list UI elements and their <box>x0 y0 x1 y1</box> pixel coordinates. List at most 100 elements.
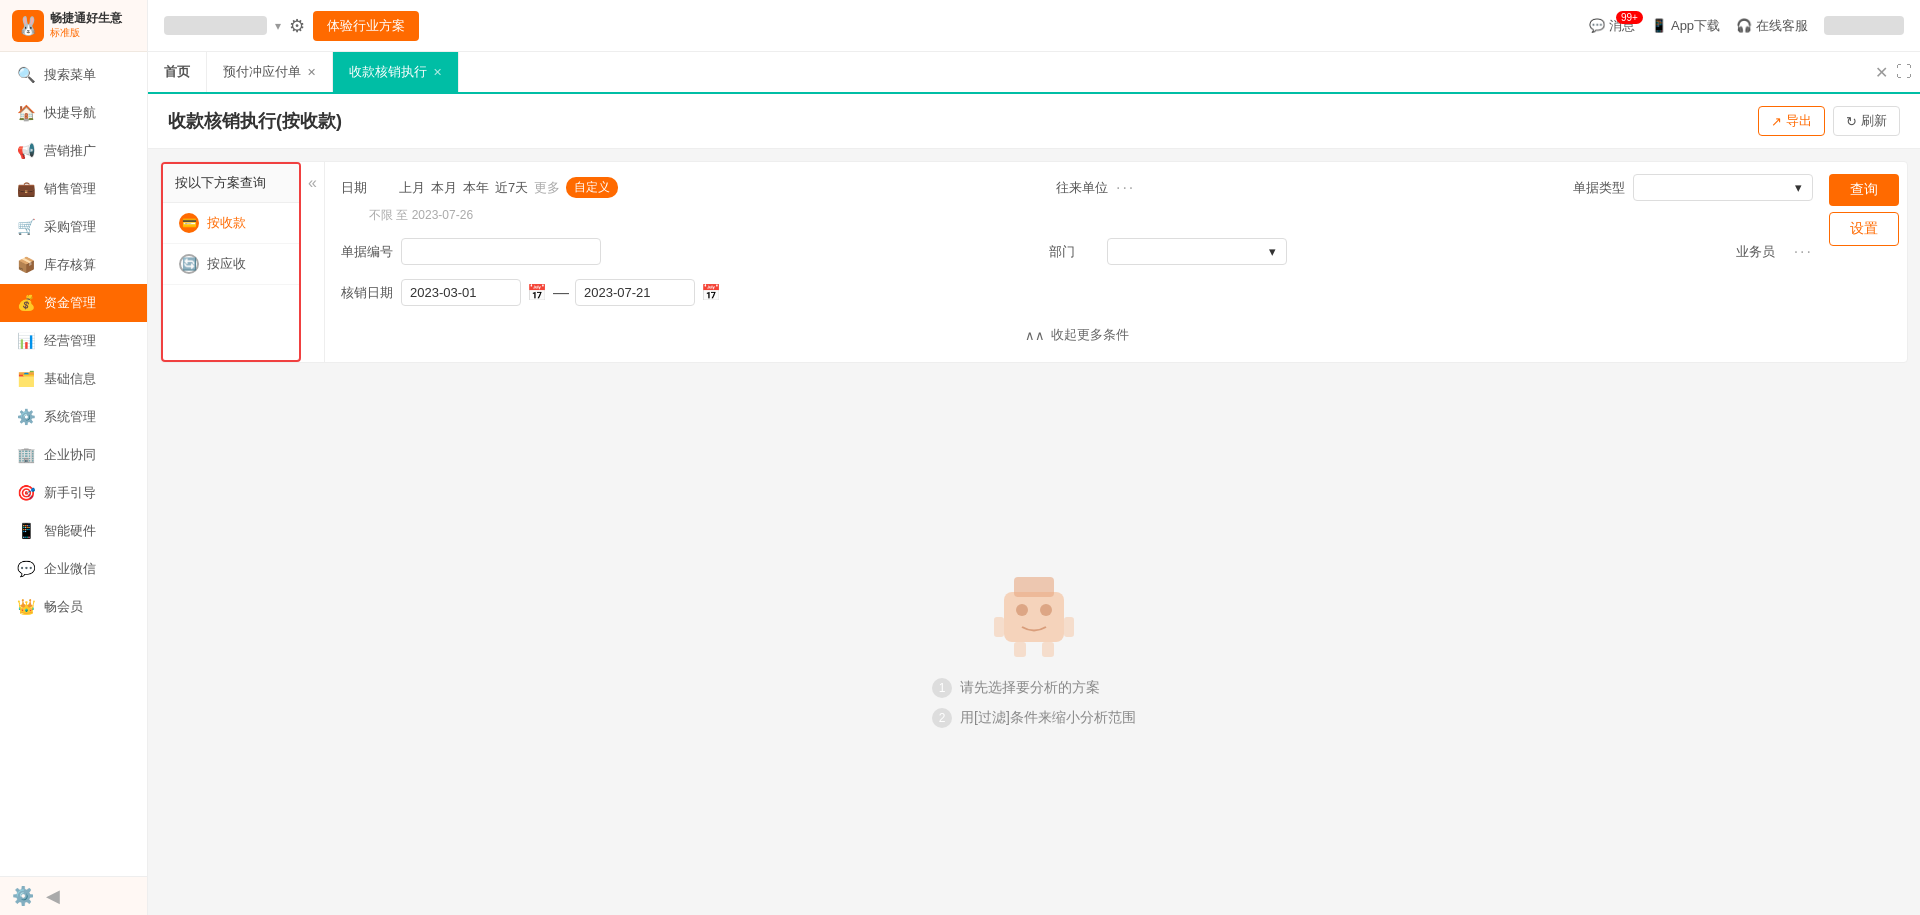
refresh-button[interactable]: ↻ 刷新 <box>1833 106 1900 136</box>
app-download-btn[interactable]: 📱 App下载 <box>1651 17 1720 35</box>
tab-expand-icon[interactable]: ⛶ <box>1896 63 1912 81</box>
sidebar-item-member[interactable]: 👑 畅会员 <box>0 588 147 626</box>
sidebar-item-hardware[interactable]: 📱 智能硬件 <box>0 512 147 550</box>
sidebar-item-quick-nav[interactable]: 🏠 快捷导航 <box>0 94 147 132</box>
sidebar-item-finance[interactable]: 💰 资金管理 <box>0 284 147 322</box>
tab-receivable[interactable]: 收款核销执行 ✕ <box>333 52 459 92</box>
svg-point-3 <box>1040 604 1052 616</box>
date-range-note: 不限 至 2023-07-26 <box>369 208 473 222</box>
date-this-year[interactable]: 本年 <box>463 179 489 197</box>
filter-collapse-toggle[interactable]: « <box>301 162 325 362</box>
step-2-icon: 2 <box>932 708 952 728</box>
purchase-icon: 🛒 <box>16 218 36 236</box>
member-icon: 👑 <box>16 598 36 616</box>
enterprise-icon: 🏢 <box>16 446 36 464</box>
svg-rect-6 <box>1014 642 1026 657</box>
settings-button[interactable]: 设置 <box>1829 212 1899 246</box>
calendar-start-icon[interactable]: 📅 <box>527 283 547 302</box>
main-area: ██████ ▾ ⚙ 体验行业方案 💬 消息 99+ 📱 App下载 🎧 在线客… <box>148 0 1920 915</box>
sidebar-label: 企业协同 <box>44 446 96 464</box>
industry-btn[interactable]: 体验行业方案 <box>313 11 419 41</box>
sidebar-item-purchase[interactable]: 🛒 采购管理 <box>0 208 147 246</box>
tab-close-icon[interactable]: ✕ <box>433 66 442 79</box>
wechat-icon: 💬 <box>16 560 36 578</box>
date-this-month[interactable]: 本月 <box>431 179 457 197</box>
date-7days[interactable]: 近7天 <box>495 179 528 197</box>
marketing-icon: 📢 <box>16 142 36 160</box>
sidebar-label: 销售管理 <box>44 180 96 198</box>
bill-type-label: 单据类型 <box>1573 179 1625 197</box>
sidebar-item-guide[interactable]: 🎯 新手引导 <box>0 474 147 512</box>
salesperson-dots[interactable]: ··· <box>1794 243 1813 261</box>
date-custom-tag[interactable]: 自定义 <box>566 177 618 198</box>
svg-rect-5 <box>1064 617 1074 637</box>
date-last-month[interactable]: 上月 <box>399 179 425 197</box>
export-button[interactable]: ↗ 导出 <box>1758 106 1825 136</box>
sidebar-item-enterprise[interactable]: 🏢 企业协同 <box>0 436 147 474</box>
sidebar-label: 新手引导 <box>44 484 96 502</box>
verify-date-end-input[interactable] <box>575 279 695 306</box>
gear-icon[interactable]: ⚙ <box>289 15 305 37</box>
receipt-icon: 💳 <box>179 213 199 233</box>
export-icon: ↗ <box>1771 114 1782 129</box>
counterparty-dots[interactable]: ··· <box>1116 179 1135 197</box>
department-select[interactable]: ▾ <box>1107 238 1287 265</box>
sidebar-label: 企业微信 <box>44 560 96 578</box>
tab-home[interactable]: 首页 <box>148 52 207 92</box>
settings-footer-icon[interactable]: ⚙️ <box>12 885 34 907</box>
filter-fields: 日期 上月 本月 本年 近7天 更多 自定义 往来单位 ··· <box>325 162 1829 362</box>
sidebar-item-sales[interactable]: 💼 销售管理 <box>0 170 147 208</box>
tab-label: 首页 <box>164 63 190 81</box>
sales-icon: 💼 <box>16 180 36 198</box>
sidebar-item-wechat[interactable]: 💬 企业微信 <box>0 550 147 588</box>
logo-sub: 标准版 <box>50 26 122 40</box>
content-area: 收款核销执行(按收款) ↗ 导出 ↻ 刷新 按以下方案查询 💳 按收款 <box>148 94 1920 915</box>
message-btn[interactable]: 💬 消息 99+ <box>1589 17 1635 35</box>
system-icon: ⚙️ <box>16 408 36 426</box>
sidebar-item-marketing[interactable]: 📢 营销推广 <box>0 132 147 170</box>
chevron-down-icon: ▾ <box>1269 244 1276 259</box>
tab-window-close-icon[interactable]: ✕ <box>1875 63 1888 82</box>
page-title: 收款核销执行(按收款) <box>168 109 342 133</box>
service-label: 在线客服 <box>1756 17 1808 35</box>
filter-container: 按以下方案查询 💳 按收款 🔄 按应收 « 日期 <box>160 161 1908 363</box>
svg-rect-7 <box>1042 642 1054 657</box>
tab-prepay[interactable]: 预付冲应付单 ✕ <box>207 52 333 92</box>
collapse-sidebar-icon[interactable]: ◀ <box>46 885 60 907</box>
sidebar-item-basic[interactable]: 🗂️ 基础信息 <box>0 360 147 398</box>
app-label: App下载 <box>1671 17 1720 35</box>
verify-date-start-input[interactable] <box>401 279 521 306</box>
filter-row-3: 核销日期 📅 — 📅 <box>341 279 1813 306</box>
filter-option-label: 按应收 <box>207 255 246 273</box>
filter-option-by-receipt[interactable]: 💳 按收款 <box>163 203 299 244</box>
bill-type-select[interactable]: ▾ <box>1633 174 1813 201</box>
calendar-end-icon[interactable]: 📅 <box>701 283 721 302</box>
sidebar-label: 营销推广 <box>44 142 96 160</box>
sidebar-item-business[interactable]: 📊 经营管理 <box>0 322 147 360</box>
online-service-btn[interactable]: 🎧 在线客服 <box>1736 17 1808 35</box>
collapse-icon: « <box>308 174 317 192</box>
filter-sidebar-header: 按以下方案查询 <box>163 164 299 203</box>
bill-no-input[interactable] <box>401 238 601 265</box>
sidebar-item-search[interactable]: 🔍 搜索菜单 <box>0 56 147 94</box>
date-label: 日期 <box>341 179 391 197</box>
app-icon: 📱 <box>1651 18 1667 33</box>
collapse-more-button[interactable]: ∧∧ 收起更多条件 <box>341 320 1813 350</box>
collapse-up-icon: ∧∧ <box>1025 328 1045 343</box>
sidebar: 🐰 畅捷通好生意 标准版 🔍 搜索菜单 🏠 快捷导航 📢 营销推广 💼 销售管理… <box>0 0 148 915</box>
date-more[interactable]: 更多 <box>534 179 560 197</box>
topbar-username: ██████ <box>164 16 267 35</box>
sidebar-label: 库存核算 <box>44 256 96 274</box>
home-icon: 🏠 <box>16 104 36 122</box>
verify-date-label: 核销日期 <box>341 284 393 302</box>
chevron-down-icon[interactable]: ▾ <box>275 19 281 33</box>
filter-option-by-receivable[interactable]: 🔄 按应收 <box>163 244 299 285</box>
query-button[interactable]: 查询 <box>1829 174 1899 206</box>
tab-close-icon[interactable]: ✕ <box>307 66 316 79</box>
sidebar-item-inventory[interactable]: 📦 库存核算 <box>0 246 147 284</box>
sidebar-item-system[interactable]: ⚙️ 系统管理 <box>0 398 147 436</box>
svg-rect-4 <box>994 617 1004 637</box>
hint-1-text: 请先选择要分析的方案 <box>960 679 1100 697</box>
page-header: 收款核销执行(按收款) ↗ 导出 ↻ 刷新 <box>148 94 1920 149</box>
tab-label: 预付冲应付单 <box>223 63 301 81</box>
